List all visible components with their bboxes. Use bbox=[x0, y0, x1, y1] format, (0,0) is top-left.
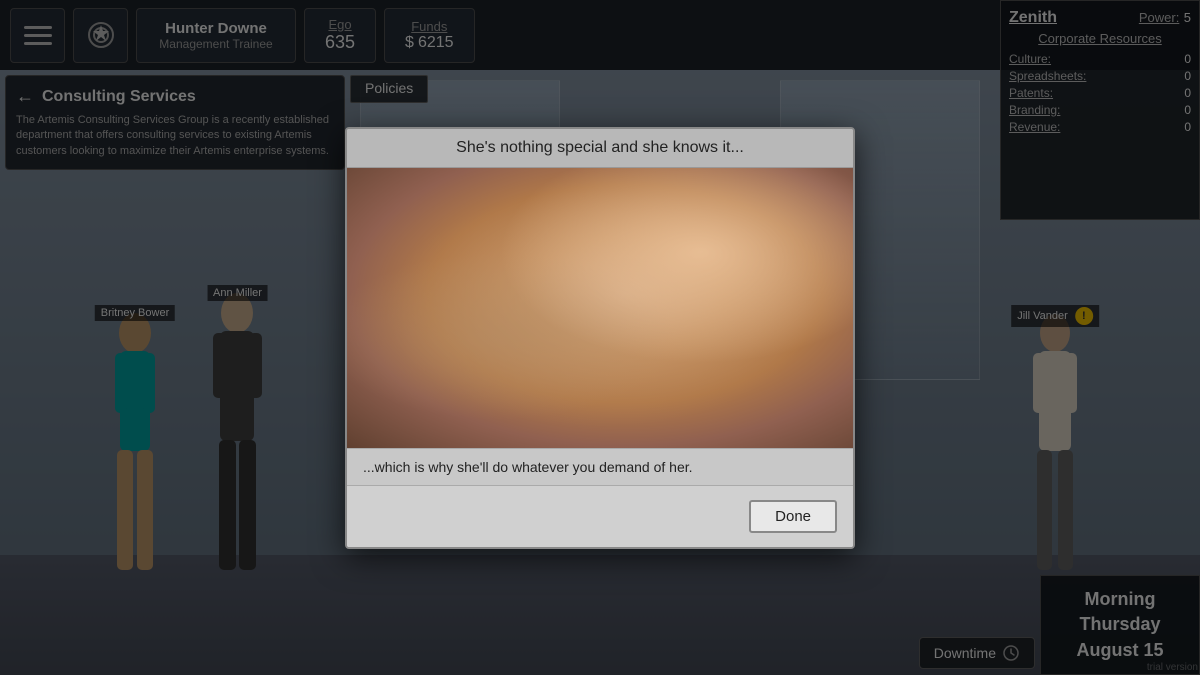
done-button[interactable]: Done bbox=[749, 500, 837, 533]
modal-image-content bbox=[347, 168, 853, 448]
modal-image bbox=[347, 168, 853, 448]
modal-title: She's nothing special and she knows it..… bbox=[363, 139, 837, 157]
modal-caption: ...which is why she'll do whatever you d… bbox=[347, 448, 853, 486]
modal-footer: Done bbox=[347, 486, 853, 547]
modal-header: She's nothing special and she knows it..… bbox=[347, 129, 853, 168]
modal-caption-text: ...which is why she'll do whatever you d… bbox=[363, 459, 837, 475]
modal-overlay: She's nothing special and she knows it..… bbox=[0, 0, 1200, 675]
modal-dialog: She's nothing special and she knows it..… bbox=[345, 127, 855, 549]
